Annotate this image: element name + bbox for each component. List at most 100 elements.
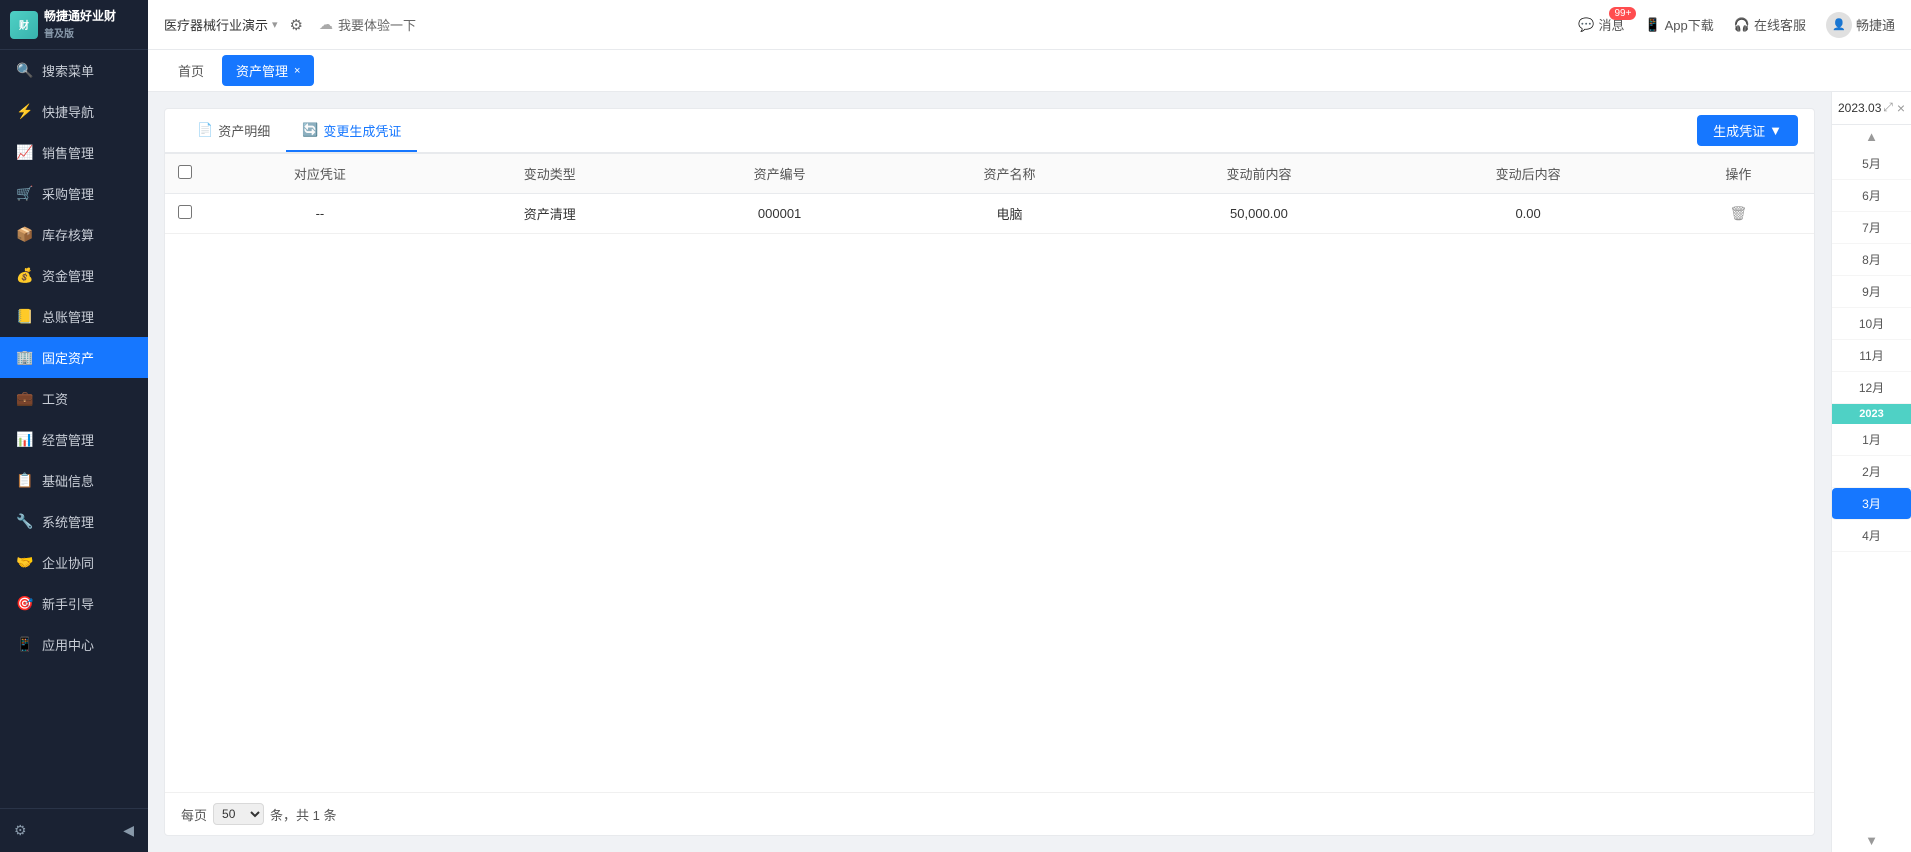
generate-voucher-label: 生成凭证 <box>1713 121 1765 140</box>
month-item[interactable]: 3月 <box>1832 488 1911 520</box>
th-operation: 操作 <box>1663 154 1814 194</box>
row-checkbox-cell <box>165 194 205 234</box>
sidebar-item-payroll[interactable]: 💼工资 <box>0 378 148 419</box>
sidebar-item-app-center[interactable]: 📱应用中心 <box>0 624 148 665</box>
th-asset-name: 资产名称 <box>895 154 1125 194</box>
sidebar-item-purchase[interactable]: 🛒 采购管理 <box>0 173 148 214</box>
cooperation-icon: 🤝 <box>16 554 34 571</box>
ledger-icon: 📒 <box>16 308 34 325</box>
select-all-checkbox[interactable] <box>178 165 192 179</box>
scroll-up-button[interactable]: ▲ <box>1832 125 1911 148</box>
quick-nav-icon: ⚡ <box>16 103 34 120</box>
sidebar-item-search[interactable]: 🔍搜索菜单 <box>0 50 148 91</box>
sidebar-logo: 财 畅捷通好业财 普及版 <box>0 0 148 50</box>
sidebar-item-label: 搜索菜单 <box>42 61 94 80</box>
logo-icon: 财 <box>10 11 38 39</box>
sales-icon: 📈 <box>16 144 34 161</box>
sidebar-item-ledger[interactable]: 📒总账管理 <box>0 296 148 337</box>
sidebar-item-operations[interactable]: 📊经营管理 <box>0 419 148 460</box>
sidebar-item-fund[interactable]: 💰资金管理 <box>0 255 148 296</box>
sidebar-item-cooperation[interactable]: 🤝 企业协同 <box>0 542 148 583</box>
month-item[interactable]: 9月 <box>1832 276 1911 308</box>
trial-button[interactable]: ☁ 我要体验一下 <box>319 15 416 34</box>
user-menu[interactable]: 👤 畅捷通 <box>1826 12 1895 38</box>
th-before-change: 变动前内容 <box>1124 154 1393 194</box>
month-item[interactable]: 8月 <box>1832 244 1911 276</box>
generate-voucher-button[interactable]: 生成凭证 ▼ <box>1697 115 1798 146</box>
sub-tabs: 📄 资产明细 🔄 变更生成凭证 生成凭证 ▼ <box>165 109 1814 153</box>
per-page-select[interactable]: 50 10 20 100 <box>213 803 264 825</box>
message-button[interactable]: 💬 消息 99+ <box>1578 15 1624 34</box>
payroll-icon: 💼 <box>16 390 34 407</box>
row-change-type: 资产清理 <box>435 194 665 234</box>
month-item[interactable]: 11月 <box>1832 340 1911 372</box>
sub-tab-asset-detail[interactable]: 📄 资产明细 <box>181 111 286 152</box>
pagination: 每页 50 10 20 100 条，共 1 条 <box>165 792 1814 835</box>
tab-home[interactable]: 首页 <box>164 55 218 86</box>
cloud-icon: ☁ <box>319 16 333 33</box>
month-item[interactable]: 4月 <box>1832 520 1911 552</box>
sidebar-item-system[interactable]: 🔧系统管理 <box>0 501 148 542</box>
date-panel-header: 2023.03 ⤢ × <box>1832 92 1911 125</box>
month-item[interactable]: 10月 <box>1832 308 1911 340</box>
th-checkbox <box>165 154 205 194</box>
sidebar-item-label: 基础信息 <box>42 471 94 490</box>
year-label-2023[interactable]: 2023 <box>1832 404 1911 424</box>
system-icon: 🔧 <box>16 513 34 530</box>
row-asset-code[interactable]: 000001 <box>665 194 895 234</box>
month-item[interactable]: 12月 <box>1832 372 1911 404</box>
sidebar-nav: 🔍搜索菜单 ⚡ 快捷导航 📈销售管理 🛒 采购管理 📦库存核算💰资金管理📒总账管理🏢固定资产… <box>0 50 148 808</box>
main-area: 医疗器械行业演示 ▾ ⚙ ☁ 我要体验一下 💬 消息 99+ 📱 App下载 🎧… <box>148 0 1911 852</box>
fixed-assets-icon: 🏢 <box>16 349 34 366</box>
close-panel-icon[interactable]: × <box>1897 100 1905 116</box>
sidebar-item-inventory[interactable]: 📦库存核算 <box>0 214 148 255</box>
tab-asset-management[interactable]: 资产管理 × <box>222 55 314 86</box>
table-container: 对应凭证 变动类型 资产编号 资产名称 变动前内容 变动后内容 操作 <box>165 153 1814 792</box>
settings-button[interactable]: ⚙ <box>290 16 303 34</box>
inventory-icon: 📦 <box>16 226 34 243</box>
sidebar-item-fixed-assets[interactable]: 🏢固定资产 <box>0 337 148 378</box>
sidebar-item-label: 新手引导 <box>42 594 94 613</box>
month-item[interactable]: 2月 <box>1832 456 1911 488</box>
row-before-change: 50,000.00 <box>1124 194 1393 234</box>
scroll-down-button[interactable]: ▼ <box>1832 829 1911 852</box>
sidebar-item-label: 企业协同 <box>42 553 94 572</box>
tab-close-icon[interactable]: × <box>294 65 300 77</box>
sidebar-bottom: ⚙ ◀ <box>0 808 148 852</box>
th-asset-code: 资产编号 <box>665 154 895 194</box>
avatar: 👤 <box>1826 12 1852 38</box>
tab-active-label: 资产管理 <box>236 61 288 80</box>
company-selector[interactable]: 医疗器械行业演示 ▾ <box>164 15 278 34</box>
sidebar-item-label: 资金管理 <box>42 266 94 285</box>
logo-text: 畅捷通好业财 普及版 <box>44 9 116 40</box>
month-item[interactable]: 1月 <box>1832 424 1911 456</box>
sidebar-item-label: 采购管理 <box>42 184 94 203</box>
month-item[interactable]: 5月 <box>1832 148 1911 180</box>
month-item[interactable]: 6月 <box>1832 180 1911 212</box>
settings-icon[interactable]: ⚙ <box>14 822 27 839</box>
sidebar-item-quick-nav[interactable]: ⚡ 快捷导航 <box>0 91 148 132</box>
month-item[interactable]: 7月 <box>1832 212 1911 244</box>
sidebar-item-guide[interactable]: 🎯新手引导 <box>0 583 148 624</box>
collapse-icon[interactable]: ◀ <box>123 822 134 839</box>
sync-icon: 🔄 <box>302 122 318 138</box>
purchase-icon: 🛒 <box>16 185 34 202</box>
username-label: 畅捷通 <box>1856 15 1895 34</box>
sidebar-item-label: 应用中心 <box>42 635 94 654</box>
basic-info-icon: 📋 <box>16 472 34 489</box>
expand-icon[interactable]: ⤢ <box>1883 100 1893 116</box>
operations-icon: 📊 <box>16 431 34 448</box>
sidebar-item-sales[interactable]: 📈销售管理 <box>0 132 148 173</box>
delete-row-icon[interactable]: 🗑 <box>1729 205 1747 221</box>
customer-service-button[interactable]: 🎧 在线客服 <box>1734 15 1806 34</box>
asset-table: 对应凭证 变动类型 资产编号 资产名称 变动前内容 变动后内容 操作 <box>165 153 1814 234</box>
customer-service-label: 在线客服 <box>1754 15 1806 34</box>
sidebar-item-label: 快捷导航 <box>42 102 94 121</box>
sub-tab-change-voucher[interactable]: 🔄 变更生成凭证 <box>286 111 417 152</box>
app-download-button[interactable]: 📱 App下载 <box>1644 15 1713 34</box>
tab-home-label: 首页 <box>178 61 204 80</box>
sidebar-item-basic-info[interactable]: 📋 基础信息 <box>0 460 148 501</box>
row-voucher: -- <box>205 194 435 234</box>
inner-content: 📄 资产明细 🔄 变更生成凭证 生成凭证 ▼ <box>148 92 1831 852</box>
row-checkbox[interactable] <box>178 205 192 219</box>
